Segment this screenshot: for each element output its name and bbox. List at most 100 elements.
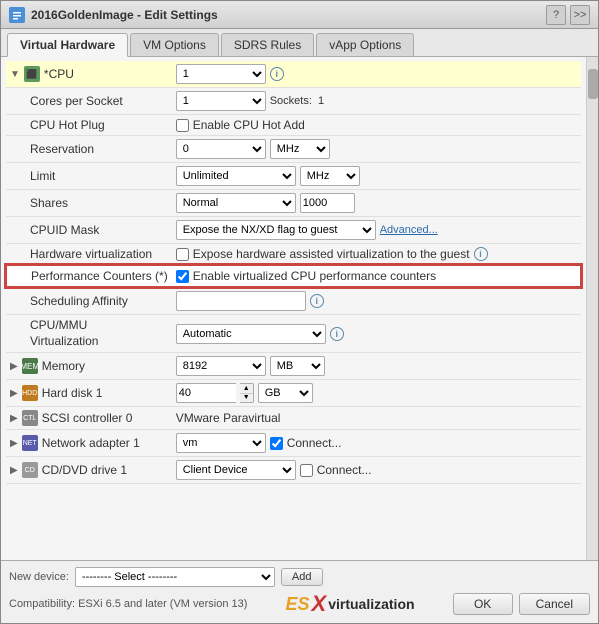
- network-connect-text: Connect...: [287, 436, 342, 450]
- shares-label: Shares: [6, 190, 172, 217]
- cpu-mmu-virt-row: CPU/MMUVirtualization Automatic Hardware…: [6, 315, 581, 353]
- scsi-label-text: SCSI controller 0: [42, 411, 133, 425]
- main-window: 2016GoldenImage - Edit Settings ? >> Vir…: [0, 0, 599, 624]
- hw-virt-row: Hardware virtualization Expose hardware …: [6, 244, 581, 266]
- reservation-unit-select[interactable]: MHz GHz: [270, 139, 330, 159]
- shares-select[interactable]: Normal Low High Custom: [176, 193, 296, 213]
- perf-counters-text: Enable virtualized CPU performance count…: [193, 269, 436, 283]
- scroll-area[interactable]: ▼ ⬛ *CPU 1 2 4: [1, 57, 586, 560]
- ok-cancel-row: OK Cancel: [453, 593, 590, 615]
- cpu-hot-plug-row: CPU Hot Plug Enable CPU Hot Add: [6, 115, 581, 136]
- hard-disk-unit-select[interactable]: GB MB TB: [258, 383, 313, 403]
- scheduling-affinity-info: i: [310, 294, 324, 308]
- brand-es: ES: [286, 594, 310, 615]
- cancel-button[interactable]: Cancel: [519, 593, 590, 615]
- cpuid-mask-select[interactable]: Expose the NX/XD flag to guest: [176, 220, 376, 240]
- title-buttons: ? >>: [546, 5, 590, 25]
- compatibility-text: Compatibility: ESXi 6.5 and later (VM ve…: [9, 598, 247, 610]
- tab-sdrs-rules[interactable]: SDRS Rules: [221, 33, 314, 56]
- cdrom-connect-checkbox[interactable]: [300, 464, 313, 477]
- cpu-hot-plug-checkbox-label[interactable]: Enable CPU Hot Add: [176, 118, 577, 132]
- cpu-count-select[interactable]: 1 2 4: [176, 64, 266, 84]
- tab-vm-options[interactable]: VM Options: [130, 33, 219, 56]
- new-device-row: New device: -------- Select -------- Add: [9, 567, 590, 587]
- memory-select[interactable]: 8192: [176, 356, 266, 376]
- cpu-toggle-icon[interactable]: ▼: [10, 69, 20, 80]
- title-bar-left: 2016GoldenImage - Edit Settings: [9, 7, 218, 23]
- scsi-toggle-icon[interactable]: ▶: [10, 413, 18, 424]
- tab-vapp-options[interactable]: vApp Options: [316, 33, 414, 56]
- hard-disk-size-input[interactable]: [176, 383, 236, 403]
- memory-value: 8192 MB GB: [172, 353, 581, 380]
- scsi-type-text: VMware Paravirtual: [176, 411, 281, 425]
- hard-disk-toggle-icon[interactable]: ▶: [10, 388, 18, 399]
- cpu-mmu-select[interactable]: Automatic Hardware CPU and MMU Software …: [176, 324, 326, 344]
- cpu-label: *CPU: [44, 67, 74, 81]
- cdrom-label-text: CD/DVD drive 1: [42, 463, 127, 477]
- cpu-hot-plug-checkbox[interactable]: [176, 119, 189, 132]
- hw-virt-info-icon: i: [474, 247, 488, 261]
- perf-counters-checkbox[interactable]: [176, 270, 189, 283]
- scroll-wrapper: ▼ ⬛ *CPU 1 2 4: [1, 57, 598, 560]
- brand-virt: virtualization: [328, 596, 414, 612]
- new-device-select[interactable]: -------- Select --------: [75, 567, 275, 587]
- cdrom-label: ▶ CD CD/DVD drive 1: [6, 457, 172, 484]
- memory-section-label: ▶ MEM Memory: [6, 353, 172, 380]
- settings-table: ▼ ⬛ *CPU 1 2 4: [5, 61, 582, 484]
- scheduling-affinity-input[interactable]: [176, 291, 306, 311]
- cpu-section-header: ▼ ⬛ *CPU 1 2 4: [6, 61, 581, 88]
- cdrom-select[interactable]: Client Device Datastore ISO File: [176, 460, 296, 480]
- cpu-header-label: ▼ ⬛ *CPU: [6, 61, 172, 88]
- cdrom-toggle-icon[interactable]: ▶: [10, 465, 18, 476]
- hard-disk-size-down[interactable]: ▼: [240, 394, 253, 403]
- shares-input[interactable]: [300, 193, 355, 213]
- cdrom-connect-label[interactable]: Connect...: [300, 463, 372, 477]
- cores-per-socket-label: Cores per Socket: [6, 88, 172, 115]
- sockets-label: Sockets: 1: [270, 95, 324, 107]
- scsi-controller-row: ▶ CTL SCSI controller 0 VMware Paravirtu…: [6, 407, 581, 430]
- network-connect-checkbox[interactable]: [270, 437, 283, 450]
- perf-counters-label: Performance Counters (*): [6, 265, 172, 287]
- network-adapter-row: ▶ NET Network adapter 1 vm: [6, 430, 581, 457]
- cpuid-mask-row: CPUID Mask Expose the NX/XD flag to gues…: [6, 217, 581, 244]
- hard-disk-size-up[interactable]: ▲: [240, 384, 253, 394]
- tab-virtual-hardware[interactable]: Virtual Hardware: [7, 33, 128, 57]
- hw-virt-checkbox-label[interactable]: Expose hardware assisted virtualization …: [176, 247, 470, 261]
- cpu-icon: ⬛: [24, 66, 40, 82]
- expand-button[interactable]: >>: [570, 5, 590, 25]
- network-icon: NET: [22, 435, 38, 451]
- cpu-hot-plug-value: Enable CPU Hot Add: [172, 115, 581, 136]
- cpu-mmu-value: Automatic Hardware CPU and MMU Software …: [172, 315, 581, 353]
- cpuid-advanced-link[interactable]: Advanced...: [380, 224, 438, 236]
- scsi-icon: CTL: [22, 410, 38, 426]
- scsi-controller-label: ▶ CTL SCSI controller 0: [6, 407, 172, 430]
- cpu-hot-plug-label: CPU Hot Plug: [6, 115, 172, 136]
- limit-select[interactable]: Unlimited 1000: [176, 166, 296, 186]
- shares-value: Normal Low High Custom: [172, 190, 581, 217]
- perf-counters-value: Enable virtualized CPU performance count…: [172, 265, 581, 287]
- perf-counters-checkbox-label[interactable]: Enable virtualized CPU performance count…: [176, 269, 576, 283]
- network-connect-label[interactable]: Connect...: [270, 436, 342, 450]
- scrollbar-track[interactable]: [586, 57, 598, 560]
- window-title: 2016GoldenImage - Edit Settings: [31, 8, 218, 22]
- hw-virt-checkbox[interactable]: [176, 248, 189, 261]
- limit-unit-select[interactable]: MHz GHz: [300, 166, 360, 186]
- perf-counters-row: Performance Counters (*) Enable virtuali…: [6, 265, 581, 287]
- network-toggle-icon[interactable]: ▶: [10, 438, 18, 449]
- scheduling-affinity-value: i: [172, 287, 581, 315]
- add-device-button[interactable]: Add: [281, 568, 323, 586]
- reservation-select[interactable]: 0: [176, 139, 266, 159]
- cores-per-socket-select[interactable]: 1 2: [176, 91, 266, 111]
- memory-unit-select[interactable]: MB GB: [270, 356, 325, 376]
- cdrom-row: ▶ CD CD/DVD drive 1 Client Device Datast…: [6, 457, 581, 484]
- cpu-info-icon: i: [270, 67, 284, 81]
- help-button[interactable]: ?: [546, 5, 566, 25]
- scrollbar-thumb[interactable]: [588, 69, 598, 99]
- network-select[interactable]: vm: [176, 433, 266, 453]
- network-label-text: Network adapter 1: [42, 436, 140, 450]
- brand-row: Compatibility: ESXi 6.5 and later (VM ve…: [9, 591, 590, 617]
- memory-toggle-icon[interactable]: ▶: [10, 361, 18, 372]
- title-bar: 2016GoldenImage - Edit Settings ? >>: [1, 1, 598, 29]
- scheduling-affinity-row: Scheduling Affinity i: [6, 287, 581, 315]
- ok-button[interactable]: OK: [453, 593, 513, 615]
